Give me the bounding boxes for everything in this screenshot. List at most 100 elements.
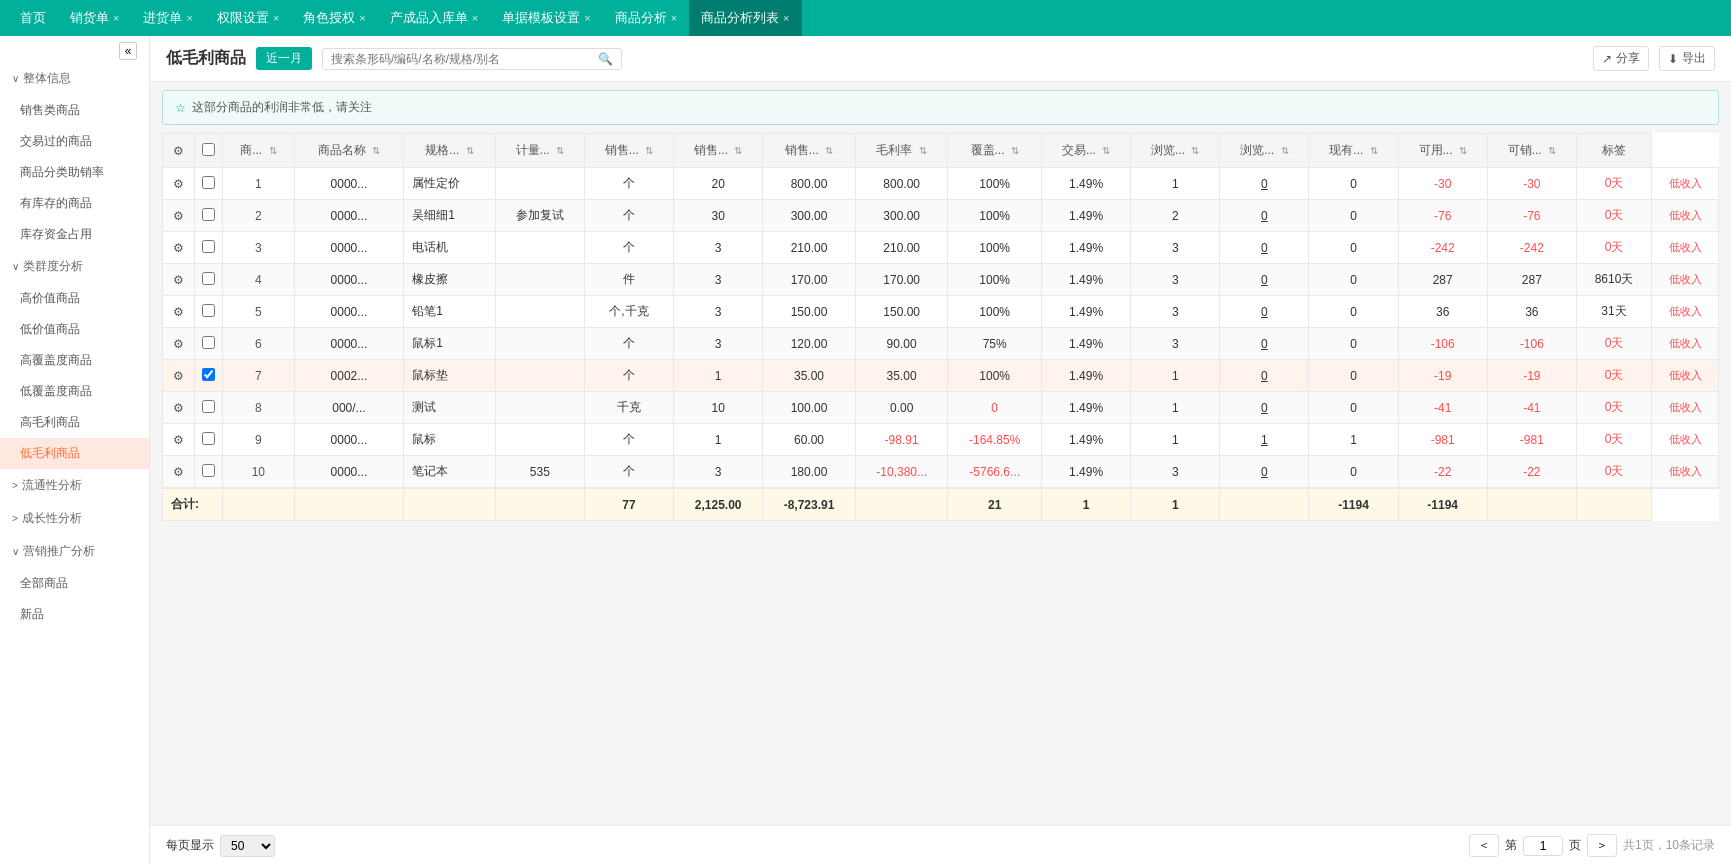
row-sales-qty: 3 <box>674 232 763 264</box>
nav-item-商品分析列表[interactable]: 商品分析列表× <box>689 0 801 36</box>
nav-item-产成品入库单[interactable]: 产成品入库单× <box>378 0 490 36</box>
close-icon[interactable]: × <box>273 12 279 24</box>
row-available: 36 <box>1487 296 1576 328</box>
row-browse1[interactable]: 0 <box>1220 360 1309 392</box>
sidebar-item-商品分类助销率[interactable]: 商品分类助销率 <box>0 157 149 188</box>
row-browse1[interactable]: 0 <box>1220 232 1309 264</box>
row-code: 0000... <box>294 264 404 296</box>
nav-item-角色授权[interactable]: 角色授权× <box>291 0 377 36</box>
time-filter-button[interactable]: 近一月 <box>256 47 312 70</box>
row-browse1[interactable]: 1 <box>1220 424 1309 456</box>
row-checkbox[interactable] <box>195 392 223 424</box>
page-header: 低毛利商品 近一月 🔍 ↗ 分享 ⬇ 导出 <box>150 36 1731 82</box>
row-checkbox[interactable] <box>195 200 223 232</box>
group-arrow-icon: ∨ <box>12 73 19 84</box>
row-settings[interactable]: ⚙ <box>163 264 195 296</box>
row-gross-rate: 100% <box>948 296 1042 328</box>
table-container: ⚙ 商... ⇅ 商品名称 ⇅ 规格... ⇅ 计量... ⇅ 销售... ⇅ … <box>150 133 1731 825</box>
close-icon[interactable]: × <box>783 12 789 24</box>
sidebar-item-高覆盖度商品[interactable]: 高覆盖度商品 <box>0 345 149 376</box>
sidebar-collapse-button[interactable]: « <box>119 42 137 60</box>
row-sales-price: 150.00 <box>763 296 856 328</box>
row-browse1[interactable]: 0 <box>1220 328 1309 360</box>
sidebar-item-新品[interactable]: 新品 <box>0 599 149 630</box>
sidebar-item-高价值商品[interactable]: 高价值商品 <box>0 283 149 314</box>
nav-item-权限设置[interactable]: 权限设置× <box>205 0 291 36</box>
sidebar-item-有库存的商品[interactable]: 有库存的商品 <box>0 188 149 219</box>
row-sales-qty: 3 <box>674 456 763 489</box>
nav-item-进货单[interactable]: 进货单× <box>131 0 204 36</box>
row-settings[interactable]: ⚙ <box>163 392 195 424</box>
page-size-label: 每页显示 <box>166 837 214 854</box>
row-checkbox[interactable] <box>195 456 223 489</box>
row-browse2: 0 <box>1309 392 1398 424</box>
sidebar-item-低覆盖度商品[interactable]: 低覆盖度商品 <box>0 376 149 407</box>
settings-header[interactable]: ⚙ <box>163 134 195 168</box>
row-browse1[interactable]: 0 <box>1220 392 1309 424</box>
row-settings[interactable]: ⚙ <box>163 424 195 456</box>
share-button[interactable]: ↗ 分享 <box>1593 46 1649 71</box>
sidebar-group-0[interactable]: ∨整体信息 <box>0 62 149 95</box>
row-browse1[interactable]: 0 <box>1220 168 1309 200</box>
row-coverage: 1.49% <box>1041 456 1130 489</box>
row-browse1[interactable]: 0 <box>1220 200 1309 232</box>
sidebar-item-库存资金占用[interactable]: 库存资金占用 <box>0 219 149 250</box>
row-settings[interactable]: ⚙ <box>163 360 195 392</box>
row-checkbox[interactable] <box>195 264 223 296</box>
col-available: 可用... ⇅ <box>1398 134 1487 168</box>
sidebar-group-2[interactable]: >流通性分析 <box>0 469 149 502</box>
nav-item-首页[interactable]: 首页 <box>8 0 58 36</box>
checkbox-header[interactable] <box>195 134 223 168</box>
sidebar-item-低毛利商品[interactable]: 低毛利商品 <box>0 438 149 469</box>
table-row: ⚙ 8 000/... 测试 千克 10 100.00 0.00 0 1.49%… <box>163 392 1719 424</box>
row-saleable: 8610天 <box>1576 264 1651 296</box>
row-checkbox[interactable] <box>195 296 223 328</box>
close-icon[interactable]: × <box>359 12 365 24</box>
page-number-input[interactable] <box>1523 836 1563 856</box>
row-available: -30 <box>1487 168 1576 200</box>
footer-empty7 <box>1487 488 1576 521</box>
search-icon[interactable]: 🔍 <box>598 52 613 66</box>
row-settings[interactable]: ⚙ <box>163 456 195 489</box>
row-browse1[interactable]: 0 <box>1220 264 1309 296</box>
select-all-checkbox[interactable] <box>202 143 215 156</box>
close-icon[interactable]: × <box>671 12 677 24</box>
row-checkbox[interactable] <box>195 360 223 392</box>
export-button[interactable]: ⬇ 导出 <box>1659 46 1715 71</box>
page-size-select[interactable]: 50 100 <box>220 835 275 857</box>
close-icon[interactable]: × <box>472 12 478 24</box>
row-settings[interactable]: ⚙ <box>163 232 195 264</box>
row-checkbox[interactable] <box>195 168 223 200</box>
close-icon[interactable]: × <box>113 12 119 24</box>
nav-item-销货单[interactable]: 销货单× <box>58 0 131 36</box>
row-browse1[interactable]: 0 <box>1220 456 1309 489</box>
row-name: 笔记本 <box>404 456 496 489</box>
sidebar-group-4[interactable]: ∨营销推广分析 <box>0 535 149 568</box>
settings-icon[interactable]: ⚙ <box>173 144 184 158</box>
close-icon[interactable]: × <box>186 12 192 24</box>
row-settings[interactable]: ⚙ <box>163 200 195 232</box>
nav-item-单据模板设置[interactable]: 单据模板设置× <box>490 0 602 36</box>
sidebar-group-1[interactable]: ∨类群度分析 <box>0 250 149 283</box>
search-input[interactable] <box>331 52 598 66</box>
row-transaction: 3 <box>1131 296 1220 328</box>
sidebar-item-低价值商品[interactable]: 低价值商品 <box>0 314 149 345</box>
row-checkbox[interactable] <box>195 424 223 456</box>
row-checkbox[interactable] <box>195 328 223 360</box>
row-checkbox[interactable] <box>195 232 223 264</box>
row-browse2: 0 <box>1309 264 1398 296</box>
prev-page-button[interactable]: ＜ <box>1469 834 1499 857</box>
sidebar-item-高毛利商品[interactable]: 高毛利商品 <box>0 407 149 438</box>
sidebar-item-交易过的商品[interactable]: 交易过的商品 <box>0 126 149 157</box>
sidebar-item-全部商品[interactable]: 全部商品 <box>0 568 149 599</box>
row-settings[interactable]: ⚙ <box>163 296 195 328</box>
close-icon[interactable]: × <box>584 12 590 24</box>
row-browse1[interactable]: 0 <box>1220 296 1309 328</box>
row-settings[interactable]: ⚙ <box>163 168 195 200</box>
next-page-button[interactable]: ＞ <box>1587 834 1617 857</box>
row-settings[interactable]: ⚙ <box>163 328 195 360</box>
row-gross-rate: -5766.6... <box>948 456 1042 489</box>
sidebar-group-3[interactable]: >成长性分析 <box>0 502 149 535</box>
sidebar-item-销售类商品[interactable]: 销售类商品 <box>0 95 149 126</box>
nav-item-商品分析[interactable]: 商品分析× <box>603 0 689 36</box>
